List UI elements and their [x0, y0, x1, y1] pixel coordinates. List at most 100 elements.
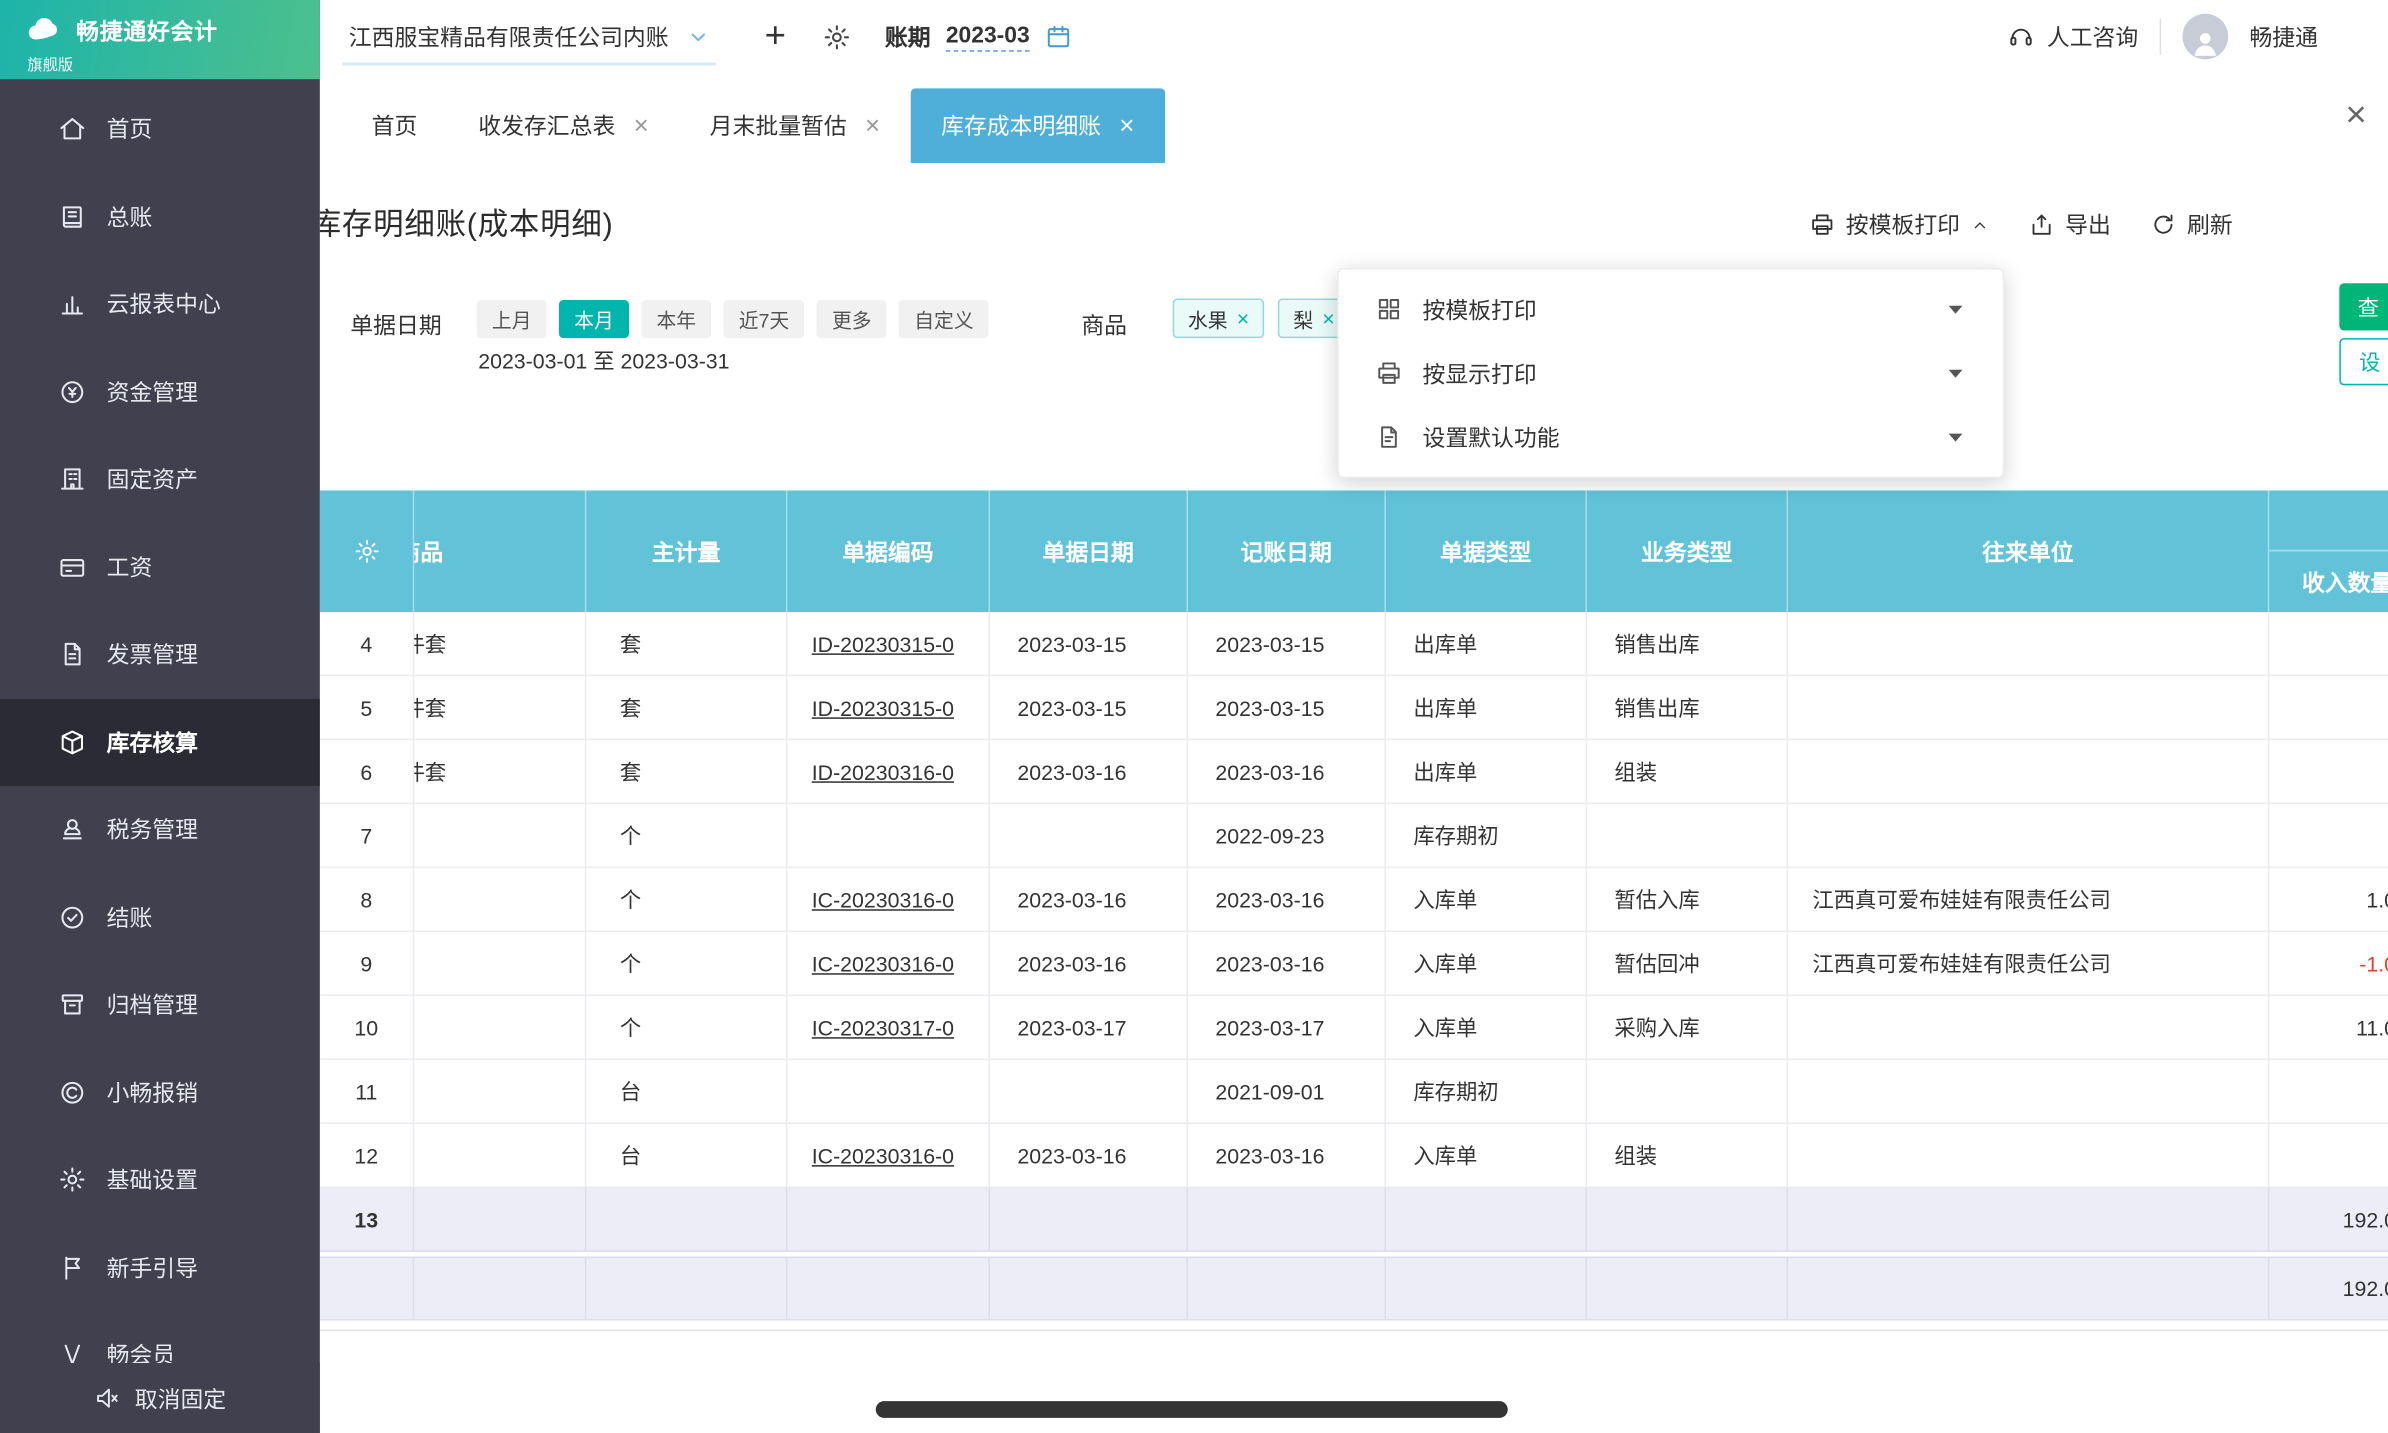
date-pill[interactable]: 近7天 [723, 300, 805, 339]
cell-doc_type: 库存期初 [1386, 804, 1587, 867]
sidebar-item-funds[interactable]: 资金管理 [0, 348, 320, 436]
cell-book_date: 2023-03-16 [1188, 740, 1386, 803]
tag-remove-icon[interactable]: × [1237, 308, 1249, 329]
chart-icon [58, 290, 87, 319]
cell-doc_date: 2023-03-16 [990, 1123, 1188, 1187]
sidebar-item-label: 首页 [106, 117, 153, 144]
tab-close-icon[interactable]: × [634, 113, 649, 139]
add-account-set-button[interactable]: + [765, 18, 786, 55]
sidebar-item-label: 税务管理 [106, 818, 199, 845]
table-row: 13 192.00 [319, 1187, 2388, 1252]
user-name[interactable]: 畅捷通 [2249, 21, 2318, 53]
sidebar-item-label: 发票管理 [106, 643, 199, 669]
date-pill[interactable]: 上月 [476, 300, 547, 339]
tab-label: 首页 [371, 114, 418, 141]
cell-qty: 192.00 [2269, 1258, 2388, 1319]
date-pill[interactable]: 自定义 [899, 300, 989, 339]
toolbar-export-button[interactable]: 导出 [2029, 209, 2111, 241]
tab-bar: 首页 收发存汇总表 × 月末批量暂估 × 库存成本明细账 × × [319, 73, 2388, 163]
sidebar-item-label: 新手引导 [106, 1256, 199, 1282]
sidebar-item-closing[interactable]: 结账 [0, 873, 320, 961]
money-icon [58, 377, 87, 406]
table-inner: 商品主计量单据编码单据日期记账日期单据类型业务类型往来单位收入数量 4件套套ID… [319, 490, 2388, 1321]
print-dropdown-menu: 按模板打印 按显示打印 设置默认功能 [1337, 268, 2005, 479]
sidebar-item-guide[interactable]: 新手引导 [0, 1224, 320, 1312]
cell-code[interactable]: ID-20230316-0 [787, 740, 990, 803]
cell-product [414, 1123, 587, 1187]
date-pill[interactable]: 更多 [816, 300, 887, 339]
tag-remove-icon[interactable]: × [1322, 308, 1334, 329]
cell-book_date [1188, 1187, 1386, 1251]
sidebar-item-cloud-reports[interactable]: 云报表中心 [0, 260, 320, 348]
sidebar-item-archive[interactable]: 归档管理 [0, 961, 320, 1049]
sidebar-item-label: 基础设置 [106, 1168, 199, 1195]
sidebar-item-member[interactable]: 畅会员 [0, 1311, 320, 1364]
sidebar-item-settings[interactable]: 基础设置 [0, 1136, 320, 1224]
gear-icon[interactable] [822, 22, 851, 51]
income-group-header [2269, 490, 2388, 552]
sidebar-item-label: 结账 [106, 905, 153, 932]
table-column-settings[interactable] [320, 490, 415, 613]
sidebar-item-invoices[interactable]: 发票管理 [0, 611, 320, 699]
toolbar-refresh-button[interactable]: 刷新 [2150, 209, 2233, 241]
caret-down-icon [1942, 423, 1969, 450]
date-pill[interactable]: 本月 [558, 300, 630, 339]
cell-code[interactable]: IC-20230317-0 [787, 996, 990, 1059]
cell-biz_type: 采购入库 [1587, 996, 1789, 1059]
unpin-sidebar-button[interactable]: 取消固定 [0, 1363, 320, 1433]
menu-item-set-default[interactable]: 设置默认功能 [1339, 405, 2003, 469]
column-header: 商品 [414, 490, 587, 613]
avatar[interactable] [2182, 13, 2229, 60]
cell-qty: 11.00 [2269, 996, 2388, 1058]
sidebar-item-fixed-assets[interactable]: 固定资产 [0, 436, 320, 524]
cell-doc_date [990, 1187, 1188, 1251]
cell-unit: 台 [586, 1060, 788, 1123]
tab-inventory-cost-detail[interactable]: 库存成本明细账 × [910, 88, 1165, 163]
tab-inout-summary[interactable]: 收发存汇总表 × [448, 88, 679, 163]
toolbar-print-template-button[interactable]: 按模板打印 [1809, 209, 1989, 241]
cell-code[interactable]: IC-20230316-0 [787, 868, 990, 931]
tab-close-icon[interactable]: × [865, 113, 880, 139]
calendar-icon[interactable] [1045, 23, 1072, 50]
sidebar-item-inventory[interactable]: 库存核算 [0, 698, 320, 786]
support-button[interactable]: 人工咨询 [2007, 21, 2138, 53]
horizontal-scrollbar[interactable] [875, 1401, 1508, 1418]
cell-num: 9 [320, 932, 415, 995]
close-icon[interactable]: × [2345, 97, 2366, 134]
content: 库存明细账(成本明细) 按模板打印 导出 刷新 单据日期 上月 本月 本年 近7天 更多 自定… [319, 162, 2388, 1433]
menu-item-print-by-template[interactable]: 按模板打印 [1339, 277, 2003, 341]
sidebar-item-ledger[interactable]: 总账 [0, 173, 320, 261]
cell-doc_type [1386, 1257, 1587, 1319]
chevron-up-icon [1971, 216, 1989, 234]
table-row: 11 台 2021-09-01 库存期初 [319, 1060, 2388, 1124]
sidebar-item-salary[interactable]: 工资 [0, 523, 320, 611]
cell-code[interactable]: ID-20230315-0 [787, 612, 990, 675]
period-value[interactable]: 2023-03 [945, 22, 1030, 52]
cell-book_date: 2023-03-16 [1188, 932, 1386, 995]
cell-qty: 192.00 [2269, 1188, 2388, 1250]
menu-item-print-by-display[interactable]: 按显示打印 [1339, 341, 2003, 405]
tab-month-end-estimate[interactable]: 月末批量暂估 × [679, 88, 910, 163]
column-header: 单据日期 [990, 490, 1188, 613]
cell-code[interactable]: IC-20230316-0 [787, 1123, 990, 1187]
cell-qty [2269, 1124, 2388, 1186]
cell-code[interactable]: IC-20230316-0 [787, 932, 990, 995]
sidebar-item-reimburse[interactable]: 小畅报销 [0, 1049, 320, 1137]
tab-home[interactable]: 首页 [341, 88, 448, 163]
search-button[interactable]: 查 [2339, 283, 2388, 331]
accounting-period: 账期 2023-03 [885, 21, 1072, 53]
cell-num: 12 [320, 1123, 415, 1187]
tab-close-icon[interactable]: × [1119, 113, 1134, 139]
filter-settings-button[interactable]: 设 [2339, 338, 2388, 386]
company-selector[interactable]: 江西服宝精品有限责任公司内账 [342, 21, 716, 65]
sidebar-item-label: 归档管理 [106, 993, 199, 1020]
sidebar-item-home[interactable]: 首页 [0, 85, 320, 173]
date-pill[interactable]: 本年 [641, 300, 712, 339]
cell-unit: 套 [586, 612, 788, 675]
cell-code[interactable]: ID-20230315-0 [787, 676, 990, 739]
table-row: 7 个 2022-09-23 库存期初 [319, 804, 2388, 869]
column-header: 记账日期 [1188, 490, 1386, 613]
sidebar-item-label: 固定资产 [106, 467, 199, 494]
sidebar-item-tax[interactable]: 税务管理 [0, 786, 320, 874]
product-tags: 水果 × 梨 × [1172, 298, 1350, 339]
